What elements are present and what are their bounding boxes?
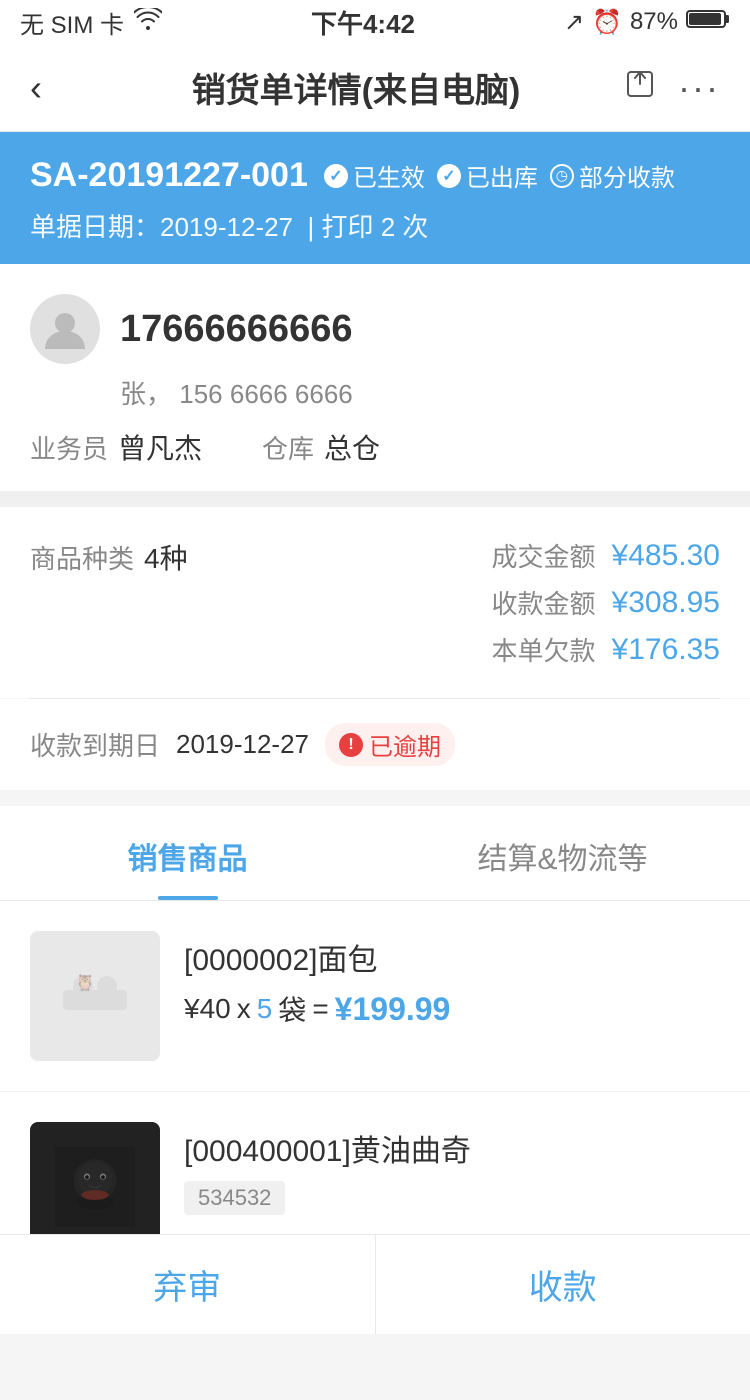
status-left: 无 SIM 卡 bbox=[20, 5, 162, 40]
summary-section: 商品种类 4种 成交金额 ¥485.30 收款金额 ¥308.95 本单欠款 ¥… bbox=[0, 507, 750, 698]
product-name-2: [000400001]黄油曲奇 bbox=[184, 1126, 720, 1170]
due-section: 收款到期日 2019-12-27 ! 已逾期 bbox=[0, 699, 750, 790]
more-button[interactable]: ··· bbox=[678, 67, 720, 109]
transaction-amount-value: ¥485.30 bbox=[612, 539, 720, 573]
summary-right: 成交金额 ¥485.30 收款金额 ¥308.95 本单欠款 ¥176.35 bbox=[492, 537, 720, 668]
collect-payment-button[interactable]: 收款 bbox=[376, 1235, 750, 1334]
banner-date: 单据日期：2019-12-27 | 打印 2 次 bbox=[30, 207, 720, 244]
status-tag-effective: ✓ 已生效 bbox=[324, 158, 425, 193]
check-icon-2: ✓ bbox=[437, 164, 461, 188]
location-icon: ↗ bbox=[564, 8, 584, 37]
banner-top: SA-20191227-001 ✓ 已生效 ✓ 已出库 ◷ 部分收款 bbox=[30, 156, 720, 195]
clock-icon: ◷ bbox=[550, 164, 574, 188]
equal-sign-1: = bbox=[312, 993, 328, 1025]
status-tags: ✓ 已生效 ✓ 已出库 ◷ 部分收款 bbox=[324, 158, 675, 193]
qty-1: 5 bbox=[257, 993, 273, 1025]
customer-avatar bbox=[30, 294, 100, 364]
arrears-label: 本单欠款 bbox=[492, 631, 596, 668]
page-title: 销货单详情(来自电脑) bbox=[192, 63, 521, 112]
total-1: ¥199.99 bbox=[335, 991, 451, 1028]
summary-row: 商品种类 4种 成交金额 ¥485.30 收款金额 ¥308.95 本单欠款 ¥… bbox=[30, 537, 720, 668]
product-sku-2: 534532 bbox=[184, 1181, 285, 1215]
overdue-icon: ! bbox=[339, 733, 363, 757]
product-name-1: [0000002]面包 bbox=[184, 935, 720, 979]
sales-rep-item: 业务员 曾凡杰 bbox=[30, 427, 202, 467]
customer-detail: 张， 156 6666 6666 bbox=[30, 374, 720, 411]
product-type-value: 4种 bbox=[144, 537, 188, 577]
customer-meta: 业务员 曾凡杰 仓库 总仓 bbox=[30, 427, 720, 467]
unit-1: 袋 bbox=[278, 989, 306, 1029]
divider-1 bbox=[0, 491, 750, 507]
battery-icon bbox=[686, 8, 730, 37]
product-image-2 bbox=[30, 1122, 160, 1252]
product-price-row-1: ¥40 x 5 袋 = ¥199.99 bbox=[184, 989, 720, 1029]
cancel-review-button[interactable]: 弃审 bbox=[0, 1235, 376, 1334]
due-date-value: 2019-12-27 bbox=[176, 729, 309, 760]
header-banner: SA-20191227-001 ✓ 已生效 ✓ 已出库 ◷ 部分收款 单据日期：… bbox=[0, 132, 750, 264]
tab-settlement[interactable]: 结算&物流等 bbox=[375, 806, 750, 900]
collection-amount-label: 收款金额 bbox=[492, 584, 596, 621]
status-tag-shipped: ✓ 已出库 bbox=[437, 158, 538, 193]
collection-amount-row: 收款金额 ¥308.95 bbox=[492, 584, 720, 621]
status-right: ↗ ⏰ 87% bbox=[564, 8, 730, 37]
wifi-icon bbox=[134, 8, 162, 37]
list-item: 🦉 [0000002]面包 ¥40 x 5 袋 = ¥199.99 bbox=[0, 901, 750, 1092]
order-id: SA-20191227-001 bbox=[30, 156, 308, 195]
collection-amount-value: ¥308.95 bbox=[612, 586, 720, 620]
product-image-1: 🦉 bbox=[30, 931, 160, 1061]
check-icon-1: ✓ bbox=[324, 164, 348, 188]
nav-actions: ··· bbox=[622, 66, 720, 110]
overdue-text: 已逾期 bbox=[369, 727, 441, 762]
no-sim-label: 无 SIM 卡 bbox=[20, 5, 124, 40]
product-type-item: 商品种类 4种 bbox=[30, 537, 188, 577]
overdue-badge: ! 已逾期 bbox=[325, 723, 455, 766]
multiply-sign-1: x bbox=[237, 993, 251, 1025]
sales-rep-value: 曾凡杰 bbox=[118, 427, 202, 467]
customer-section: 17666666666 张， 156 6666 6666 业务员 曾凡杰 仓库 … bbox=[0, 264, 750, 491]
sales-rep-label: 业务员 bbox=[30, 429, 108, 466]
arrears-row: 本单欠款 ¥176.35 bbox=[492, 631, 720, 668]
transaction-amount-row: 成交金额 ¥485.30 bbox=[492, 537, 720, 574]
alarm-icon: ⏰ bbox=[592, 8, 622, 37]
summary-left: 商品种类 4种 bbox=[30, 537, 188, 577]
customer-row: 17666666666 bbox=[30, 294, 720, 364]
warehouse-value: 总仓 bbox=[324, 427, 380, 467]
svg-text:🦉: 🦉 bbox=[75, 974, 95, 992]
arrears-value: ¥176.35 bbox=[612, 633, 720, 667]
status-tag-partial: ◷ 部分收款 bbox=[550, 158, 675, 193]
due-date-label: 收款到期日 bbox=[30, 726, 160, 763]
nav-bar: ‹ 销货单详情(来自电脑) ··· bbox=[0, 44, 750, 132]
unit-price-1: ¥40 bbox=[184, 993, 231, 1025]
share-button[interactable] bbox=[622, 66, 658, 110]
warehouse-item: 仓库 总仓 bbox=[262, 427, 380, 467]
status-time: 下午4:42 bbox=[311, 4, 415, 41]
customer-account-id: 17666666666 bbox=[120, 308, 352, 351]
tab-sales-products[interactable]: 销售商品 bbox=[0, 806, 375, 900]
product-info-1: [0000002]面包 ¥40 x 5 袋 = ¥199.99 bbox=[184, 931, 720, 1029]
tabs-container: 销售商品 结算&物流等 bbox=[0, 806, 750, 901]
product-type-label: 商品种类 bbox=[30, 539, 134, 576]
back-button[interactable]: ‹ bbox=[30, 67, 90, 109]
battery-label: 87% bbox=[630, 8, 678, 36]
transaction-amount-label: 成交金额 bbox=[492, 537, 596, 574]
warehouse-label: 仓库 bbox=[262, 429, 314, 466]
bottom-action-bar: 弃审 收款 bbox=[0, 1234, 750, 1334]
status-bar: 无 SIM 卡 下午4:42 ↗ ⏰ 87% bbox=[0, 0, 750, 44]
